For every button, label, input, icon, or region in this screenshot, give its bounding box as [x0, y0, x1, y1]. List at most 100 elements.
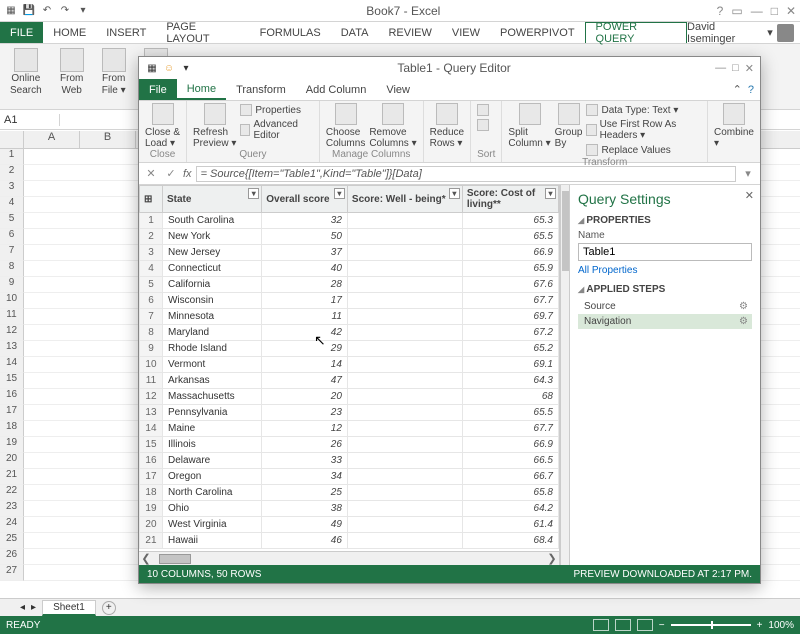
cell[interactable]: North Carolina — [162, 485, 261, 501]
row-header[interactable]: 26 — [0, 549, 24, 565]
cell[interactable] — [347, 325, 462, 341]
cell[interactable]: 65.5 — [462, 405, 558, 421]
cell[interactable]: 66.9 — [462, 245, 558, 261]
split-column-button[interactable]: Split Column ▾ — [508, 103, 550, 149]
table-row[interactable]: 4Connecticut4065.9 — [140, 261, 559, 277]
row-number[interactable]: 18 — [140, 485, 163, 501]
row-header[interactable]: 5 — [0, 213, 24, 229]
table-row[interactable]: 2New York5065.5 — [140, 229, 559, 245]
undo-icon[interactable]: ↶ — [40, 4, 54, 18]
cell[interactable]: 42 — [262, 325, 348, 341]
row-header[interactable]: 13 — [0, 341, 24, 357]
tab-view[interactable]: VIEW — [442, 22, 490, 43]
row-header[interactable]: 2 — [0, 165, 24, 181]
cell[interactable]: 68 — [462, 389, 558, 405]
row-header[interactable]: 15 — [0, 373, 24, 389]
sheet-nav-prev-icon[interactable]: ◂ — [20, 602, 25, 613]
cell[interactable] — [347, 421, 462, 437]
qe-minimize-icon[interactable]: — — [715, 62, 726, 75]
close-panel-icon[interactable]: ✕ — [745, 189, 754, 202]
row-header-corner[interactable]: ⊞ — [140, 186, 163, 213]
cell[interactable]: 65.5 — [462, 229, 558, 245]
qe-help-icon[interactable]: ? — [748, 84, 754, 96]
user-account[interactable]: David Iseminger ▾ — [687, 22, 800, 43]
table-row[interactable]: 3New Jersey3766.9 — [140, 245, 559, 261]
cell[interactable]: 50 — [262, 229, 348, 245]
row-header[interactable]: 22 — [0, 485, 24, 501]
row-number[interactable]: 5 — [140, 277, 163, 293]
qe-close-icon[interactable]: ✕ — [745, 62, 754, 75]
cell[interactable]: 17 — [262, 293, 348, 309]
row-header[interactable]: 7 — [0, 245, 24, 261]
cell[interactable] — [347, 373, 462, 389]
data-preview-grid[interactable]: ⊞ State▾ Overall score▾ Score: Well - be… — [139, 185, 559, 551]
table-row[interactable]: 18North Carolina2565.8 — [140, 485, 559, 501]
row-header[interactable]: 3 — [0, 181, 24, 197]
row-number[interactable]: 19 — [140, 501, 163, 517]
cell[interactable]: 32 — [262, 213, 348, 229]
table-row[interactable]: 20West Virginia4961.4 — [140, 517, 559, 533]
group-by-button[interactable]: Group By — [555, 103, 583, 149]
qe-collapse-ribbon-icon[interactable]: ⌃ — [733, 83, 742, 96]
zoom-out-icon[interactable]: − — [659, 620, 665, 631]
cell[interactable]: 47 — [262, 373, 348, 389]
filter-dropdown-icon[interactable]: ▾ — [334, 188, 345, 199]
cell[interactable]: 66.9 — [462, 437, 558, 453]
cell[interactable] — [347, 533, 462, 549]
cell[interactable] — [347, 229, 462, 245]
cell[interactable] — [347, 245, 462, 261]
cell[interactable]: 67.6 — [462, 277, 558, 293]
cell[interactable] — [347, 357, 462, 373]
qe-maximize-icon[interactable]: □ — [732, 62, 739, 75]
view-layout-icon[interactable] — [615, 619, 631, 631]
query-name-input[interactable] — [578, 243, 752, 261]
table-row[interactable]: 19Ohio3864.2 — [140, 501, 559, 517]
cell[interactable]: 29 — [262, 341, 348, 357]
step-navigation[interactable]: Navigation⚙ — [578, 314, 752, 329]
cell[interactable]: Ohio — [162, 501, 261, 517]
cell[interactable]: Vermont — [162, 357, 261, 373]
cell[interactable] — [347, 469, 462, 485]
all-properties-link[interactable]: All Properties — [578, 265, 637, 276]
row-number[interactable]: 7 — [140, 309, 163, 325]
cell[interactable]: 33 — [262, 453, 348, 469]
ribbon-from-file[interactable]: FromFile ▾ — [96, 46, 132, 107]
cell[interactable]: 61.4 — [462, 517, 558, 533]
cell[interactable] — [347, 261, 462, 277]
select-all-corner[interactable] — [0, 131, 24, 148]
row-number[interactable]: 11 — [140, 373, 163, 389]
cell[interactable]: 49 — [262, 517, 348, 533]
qe-smiley-icon[interactable]: ☺ — [162, 61, 176, 75]
formula-expand-icon[interactable]: ▾ — [740, 167, 756, 180]
filter-dropdown-icon[interactable]: ▾ — [545, 188, 556, 199]
table-row[interactable]: 15Illinois2666.9 — [140, 437, 559, 453]
cell[interactable]: 66.7 — [462, 469, 558, 485]
cell[interactable]: 28 — [262, 277, 348, 293]
table-row[interactable]: 17Oregon3466.7 — [140, 469, 559, 485]
cell[interactable] — [347, 501, 462, 517]
cell[interactable]: Arkansas — [162, 373, 261, 389]
tab-review[interactable]: REVIEW — [378, 22, 441, 43]
formula-enter-icon[interactable]: ✓ — [163, 167, 179, 180]
table-row[interactable]: 8Maryland4267.2 — [140, 325, 559, 341]
advanced-editor-button[interactable]: Advanced Editor — [240, 118, 312, 142]
cell[interactable]: 69.1 — [462, 357, 558, 373]
properties-button[interactable]: Properties — [240, 103, 312, 117]
tab-page-layout[interactable]: PAGE LAYOUT — [156, 22, 249, 43]
cell[interactable] — [347, 341, 462, 357]
cell[interactable]: 64.3 — [462, 373, 558, 389]
ribbon-from-web[interactable]: FromWeb — [54, 46, 90, 107]
table-row[interactable]: 14Maine1267.7 — [140, 421, 559, 437]
row-number[interactable]: 14 — [140, 421, 163, 437]
row-header[interactable]: 17 — [0, 405, 24, 421]
first-row-headers-button[interactable]: Use First Row As Headers ▾ — [586, 118, 701, 142]
cell[interactable]: West Virginia — [162, 517, 261, 533]
tab-data[interactable]: DATA — [331, 22, 379, 43]
filter-dropdown-icon[interactable]: ▾ — [449, 188, 460, 199]
tab-home[interactable]: HOME — [43, 22, 96, 43]
cell[interactable]: 67.7 — [462, 421, 558, 437]
reduce-rows-button[interactable]: Reduce Rows ▾ — [430, 103, 464, 149]
col-header-b[interactable]: B — [80, 131, 136, 148]
cell[interactable]: 11 — [262, 309, 348, 325]
row-header[interactable]: 4 — [0, 197, 24, 213]
